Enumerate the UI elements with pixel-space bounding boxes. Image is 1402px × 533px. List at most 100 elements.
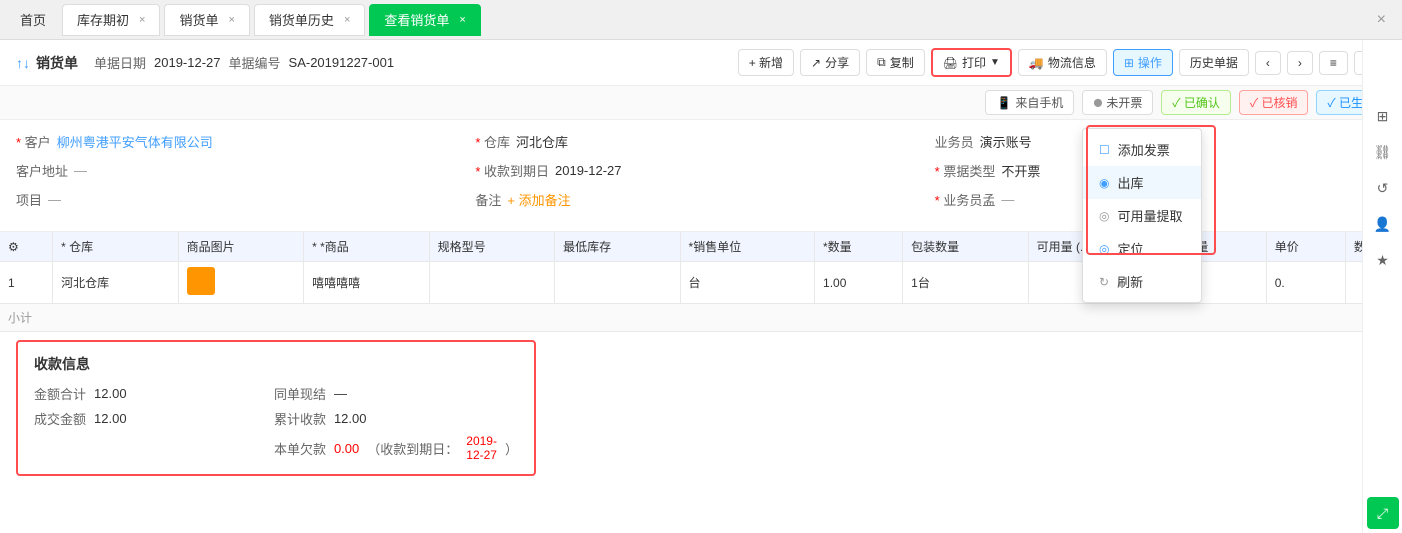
sidebar-rotate-icon[interactable]: ↺ xyxy=(1367,172,1399,204)
share-button[interactable]: ↗ 分享 xyxy=(800,49,860,76)
customer-field: 客户 柳州粤港平安气体有限公司 xyxy=(16,132,467,151)
date-label: 单据日期 xyxy=(94,53,146,72)
cumulative-row: 累计收款 12.00 xyxy=(274,409,518,428)
new-button[interactable]: + 新增 xyxy=(738,49,794,76)
print-icon: 🖨 xyxy=(943,56,958,70)
row-warehouse: 河北仓库 xyxy=(53,262,178,304)
logistics-label: 物流信息 xyxy=(1048,54,1096,71)
view-list-button[interactable]: ≡ xyxy=(1319,51,1348,75)
tab-sales-close[interactable]: × xyxy=(228,14,234,26)
customer-value[interactable]: 柳州粤港平安气体有限公司 xyxy=(57,132,213,151)
tab-view-sales-label: 查看销货单 xyxy=(384,10,449,29)
print-button[interactable]: 🖨 打印 ▼ xyxy=(931,48,1012,77)
ticket-label: 票据类型 xyxy=(935,161,996,180)
tab-sales-history-close[interactable]: × xyxy=(344,14,350,26)
print-dropdown-arrow: ▼ xyxy=(990,57,1000,68)
prev-button[interactable]: ‹ xyxy=(1255,51,1281,75)
warehouse-field: 仓库 河北仓库 xyxy=(475,132,926,151)
cumulative-label: 累计收款 xyxy=(274,409,326,428)
operations-icon: ⊞ xyxy=(1124,56,1134,70)
col-unit: *销售单位 xyxy=(680,232,814,262)
deal-amount-value: 12.00 xyxy=(94,411,127,426)
logistics-button[interactable]: 🚚 物流信息 xyxy=(1018,49,1107,76)
row-qty: 1.00 xyxy=(815,262,903,304)
operations-dropdown: ☐ 添加发票 ◉ 出库 ◎ 可用量提取 ◎ 定位 ↻ 刷新 xyxy=(1082,128,1202,303)
tab-view-sales-close[interactable]: × xyxy=(459,14,465,26)
tab-inventory-close[interactable]: × xyxy=(139,14,145,26)
row-min-stock xyxy=(555,262,680,304)
sidebar-link-icon[interactable]: ⛓ xyxy=(1367,136,1399,168)
not-open-button[interactable]: 未开票 xyxy=(1082,90,1153,115)
available-qty-label: 可用量提取 xyxy=(1117,206,1182,225)
number-label: 单据编号 xyxy=(229,53,281,72)
col-gear: ⚙ xyxy=(0,232,53,262)
tab-sales-history[interactable]: 销货单历史 × xyxy=(254,4,365,36)
row-pack-qty: 1台 xyxy=(903,262,1028,304)
not-open-label: 未开票 xyxy=(1106,94,1142,111)
warehouse-value: 河北仓库 xyxy=(516,132,568,151)
confirmed-button[interactable]: ✓ 已确认 xyxy=(1161,90,1231,115)
operations-button[interactable]: ⊞ 操作 xyxy=(1113,49,1173,76)
outbound-label: 出库 xyxy=(1117,173,1143,192)
history-button[interactable]: 历史单据 xyxy=(1179,49,1249,76)
row-no: 1 xyxy=(0,262,53,304)
ticket-value: 不开票 xyxy=(1001,161,1040,180)
col-product: * *商品 xyxy=(304,232,429,262)
sidebar-user-icon[interactable]: 👤 xyxy=(1367,208,1399,240)
total-value: 12.00 xyxy=(94,386,127,401)
same-order-label: 同单现结 xyxy=(274,384,326,403)
dropdown-add-invoice[interactable]: ☐ 添加发票 xyxy=(1083,133,1201,166)
copy-button[interactable]: ⧉ 复制 xyxy=(866,49,925,76)
doc-title: ↑↓ 销货单 xyxy=(16,53,78,73)
view-list-icon: ≡ xyxy=(1330,56,1337,70)
sidebar-table-icon[interactable]: ⊞ xyxy=(1367,100,1399,132)
dropdown-refresh[interactable]: ↻ 刷新 xyxy=(1083,265,1201,298)
address-field: 客户地址 — xyxy=(16,161,467,180)
col-min-stock: 最低库存 xyxy=(555,232,680,262)
same-order-row: 同单现结 — xyxy=(274,384,518,403)
col-img: 商品图片 xyxy=(178,232,303,262)
salesperson2-value: — xyxy=(1001,192,1014,207)
tab-home[interactable]: 首页 xyxy=(8,4,58,35)
date-value: 2019-12-27 xyxy=(154,55,221,70)
refresh-label: 刷新 xyxy=(1117,272,1143,291)
doc-meta: 单据日期 2019-12-27 单据编号 SA-20191227-001 xyxy=(94,53,394,72)
owed-row: 本单欠款 0.00 （收款到期日： 2019-12-27 ） xyxy=(274,434,518,462)
cancelled-button[interactable]: ✓ 已核销 xyxy=(1239,90,1309,115)
logistics-icon: 🚚 xyxy=(1029,56,1044,70)
dropdown-available-qty[interactable]: ◎ 可用量提取 xyxy=(1083,199,1201,232)
next-button[interactable]: › xyxy=(1287,51,1313,75)
col-pack-qty: 包装数量 xyxy=(903,232,1028,262)
tab-view-sales[interactable]: 查看销货单 × xyxy=(369,4,480,36)
outbound-icon: ◉ xyxy=(1099,176,1109,190)
secondary-toolbar: 📱 来自手机 未开票 ✓ 已确认 ✓ 已核销 ✓ 已生效 xyxy=(0,86,1402,120)
share-icon: ↗ xyxy=(811,56,821,70)
doc-title-icon: ↑↓ xyxy=(16,55,30,71)
salesperson2-label: 业务员孟 xyxy=(935,190,996,209)
new-label: + 新增 xyxy=(749,54,783,71)
col-unit-price: 单价 xyxy=(1266,232,1345,262)
tab-bar-close[interactable]: × xyxy=(1369,11,1394,29)
note-label: 备注 xyxy=(475,190,501,209)
history-label: 历史单据 xyxy=(1190,54,1238,71)
tab-sales-history-label: 销货单历史 xyxy=(269,10,334,29)
payment-date-value: 2019-12-27 xyxy=(555,163,622,178)
add-note-button[interactable]: 添加备注 xyxy=(507,190,570,209)
owed-end: ） xyxy=(505,439,518,458)
product-image xyxy=(187,267,215,295)
add-invoice-label: 添加发票 xyxy=(1118,140,1170,159)
project-value: — xyxy=(48,192,61,207)
print-label: 打印 xyxy=(962,54,986,71)
share-label: 分享 xyxy=(825,54,849,71)
phone-icon: 📱 xyxy=(996,96,1011,110)
dropdown-outbound[interactable]: ◉ 出库 xyxy=(1083,166,1201,199)
payment-info-title: 收款信息 xyxy=(34,354,518,374)
tab-inventory[interactable]: 库存期初 × xyxy=(62,4,160,36)
main-content: ↑↓ 销货单 单据日期 2019-12-27 单据编号 SA-20191227-… xyxy=(0,40,1402,533)
confirmed-label: ✓ 已确认 xyxy=(1172,94,1220,111)
dropdown-locate[interactable]: ◎ 定位 xyxy=(1083,232,1201,265)
tab-sales[interactable]: 销货单 × xyxy=(164,4,249,36)
from-phone-button[interactable]: 📱 来自手机 xyxy=(985,90,1074,115)
sidebar-star-icon[interactable]: ★ xyxy=(1367,244,1399,276)
sidebar-expand-icon[interactable]: ⤢ xyxy=(1367,497,1399,529)
